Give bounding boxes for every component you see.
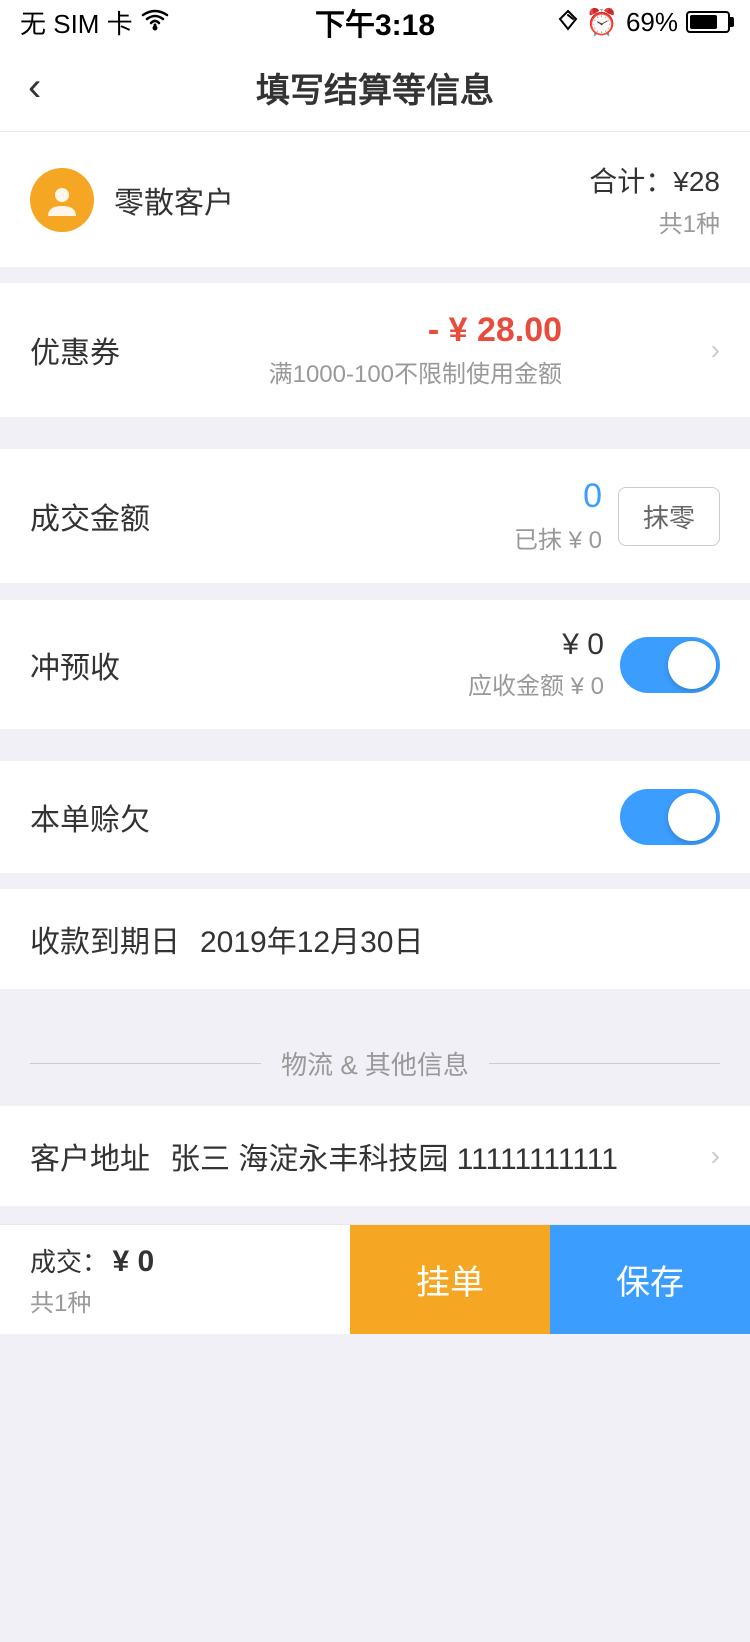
total-amount: 合计：¥28 (589, 160, 720, 200)
bottom-count: 共1种 (30, 1283, 320, 1318)
customer-name: 零散客户 (114, 178, 234, 222)
round-off-button[interactable]: 抹零 (618, 487, 720, 546)
logistics-line-left (30, 1063, 261, 1064)
due-date-label: 收款到期日 (30, 917, 180, 961)
coupon-chevron-icon: › (711, 334, 720, 366)
status-bar: 无 SIM 卡 下午3:18 ⏰ 69% (0, 0, 750, 44)
prepayment-sub: 应收金额 ¥ 0 (468, 666, 604, 701)
address-row[interactable]: 客户地址 张三 海淀永丰科技园 11111111111 › (0, 1106, 750, 1206)
status-time: 下午3:18 (315, 0, 435, 44)
section-gap-3 (0, 1005, 750, 1021)
deal-amount-right: 0 已抹 ¥ 0 抹零 (514, 477, 720, 555)
deal-amount-value[interactable]: 0 (514, 477, 602, 516)
deal-amount-label: 成交金额 (30, 494, 150, 538)
prepayment-toggle[interactable] (620, 637, 720, 693)
deal-amount-sub: 已抹 ¥ 0 (514, 520, 602, 555)
customer-info-right: 合计：¥28 共1种 (589, 160, 720, 239)
avatar (30, 168, 94, 232)
address-label: 客户地址 (30, 1134, 150, 1178)
section-gap-2 (0, 745, 750, 761)
alarm-icon: ⏰ (586, 7, 618, 38)
debt-right (620, 789, 720, 845)
logistics-line-right (489, 1063, 720, 1064)
prepayment-value: ¥ 0 (468, 628, 604, 662)
toggle-thumb (668, 641, 716, 689)
deal-amount-row: 成交金额 0 已抹 ¥ 0 抹零 (0, 449, 750, 583)
section-gap-1 (0, 433, 750, 449)
address-chevron-icon: › (711, 1140, 720, 1172)
bottom-info: 成交： ¥ 0 共1种 (0, 1225, 350, 1334)
content: 零散客户 合计：¥28 共1种 优惠券 - ¥ 28.00 满1000-100不… (0, 132, 750, 1642)
page-title: 填写结算等信息 (256, 63, 494, 112)
address-value: 张三 海淀永丰科技园 11111111111 (170, 1134, 711, 1178)
battery-percent: 69% (626, 7, 678, 38)
bottom-bar: 成交： ¥ 0 共1种 挂单 保存 (0, 1224, 750, 1334)
nav-bar: ‹ 填写结算等信息 (0, 44, 750, 132)
battery-icon (686, 11, 730, 33)
logistics-label-section: 物流 & 其他信息 (0, 1021, 750, 1106)
prepayment-right: ¥ 0 应收金额 ¥ 0 (468, 628, 720, 701)
total-count: 共1种 (589, 204, 720, 239)
no-sim-text: 无 SIM 卡 (20, 4, 133, 41)
coupon-right: - ¥ 28.00 满1000-100不限制使用金额 (269, 311, 562, 389)
hold-button[interactable]: 挂单 (350, 1225, 550, 1334)
coupon-label: 优惠券 (30, 328, 120, 372)
bottom-deal-label: 成交： (30, 1247, 108, 1277)
coupon-sub-text: 满1000-100不限制使用金额 (269, 354, 562, 389)
customer-row: 零散客户 合计：¥28 共1种 (0, 132, 750, 267)
status-right: ⏰ 69% (558, 7, 730, 38)
prepayment-row: 冲预收 ¥ 0 应收金额 ¥ 0 (0, 599, 750, 729)
debt-row: 本单赊欠 (0, 761, 750, 873)
debt-toggle-thumb (668, 793, 716, 841)
debt-label: 本单赊欠 (30, 795, 150, 839)
customer-left: 零散客户 (30, 168, 234, 232)
status-left: 无 SIM 卡 (20, 4, 169, 41)
coupon-row[interactable]: 优惠券 - ¥ 28.00 满1000-100不限制使用金额 › (0, 283, 750, 417)
location-icon (558, 7, 578, 38)
due-date-value[interactable]: 2019年12月30日 (200, 917, 423, 961)
save-button[interactable]: 保存 (550, 1225, 750, 1334)
wifi-icon (141, 7, 169, 38)
due-date-row: 收款到期日 2019年12月30日 (0, 889, 750, 989)
bottom-deal-amount: ¥ 0 (112, 1245, 154, 1278)
prepayment-label: 冲预收 (30, 643, 120, 687)
bottom-deal-line: 成交： ¥ 0 (30, 1242, 320, 1279)
back-button[interactable]: ‹ (28, 65, 41, 110)
logistics-label: 物流 & 其他信息 (261, 1045, 489, 1082)
debt-toggle[interactable] (620, 789, 720, 845)
coupon-discount-value: - ¥ 28.00 (269, 311, 562, 350)
